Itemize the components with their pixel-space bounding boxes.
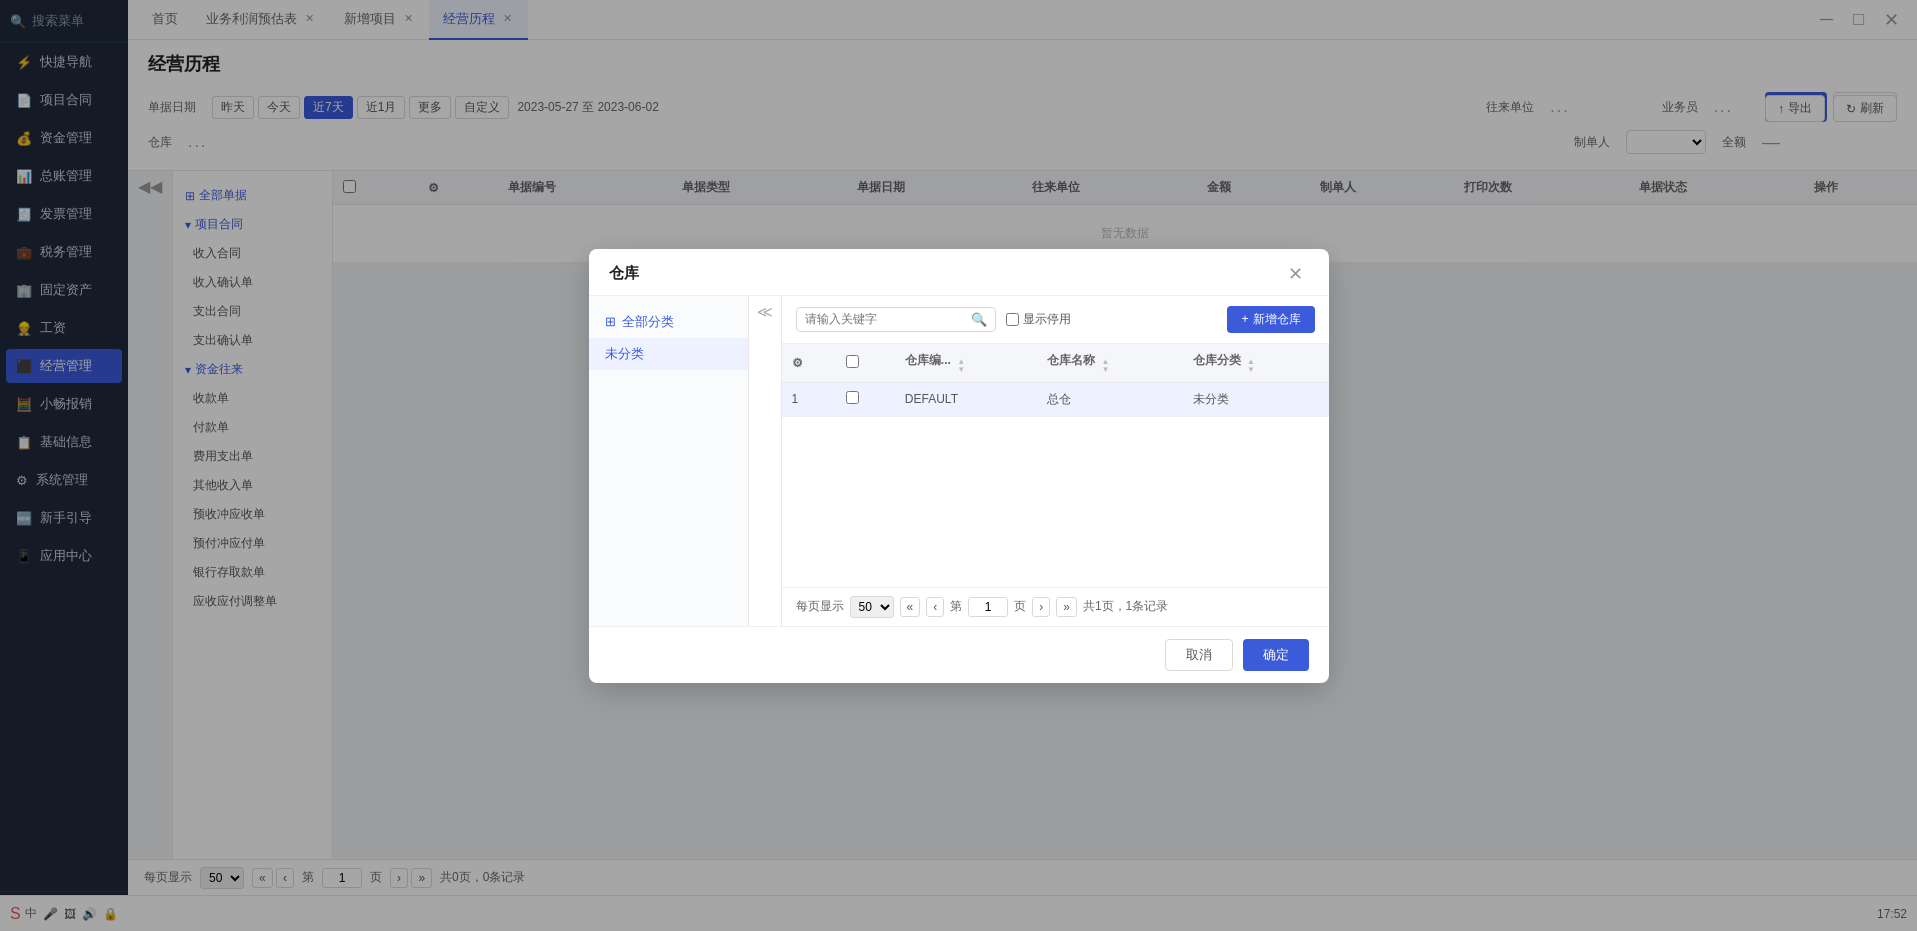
- modal-header: 仓库 ✕: [589, 249, 1329, 296]
- modal-collapse-button[interactable]: ≪: [749, 296, 782, 626]
- modal-search-box[interactable]: 🔍: [796, 307, 996, 332]
- settings-icon-table[interactable]: ⚙: [792, 356, 803, 370]
- name-sort[interactable]: ▲▼: [1101, 358, 1109, 374]
- per-page-label: 每页显示: [796, 598, 844, 615]
- modal-unclassified-label: 未分类: [605, 345, 644, 363]
- modal-prev-page[interactable]: ‹: [926, 597, 944, 617]
- add-warehouse-button[interactable]: + 新增仓库: [1227, 306, 1314, 333]
- show-disabled-checkbox[interactable]: [1006, 313, 1019, 326]
- collapse-arrow-icon: ≪: [757, 303, 773, 321]
- modal-td-checkbox[interactable]: [836, 382, 894, 416]
- modal-table-area: ⚙ 仓库编... ▲▼ 仓库名称 ▲▼ 仓库分类: [782, 344, 1329, 587]
- modal-all-label: 全部分类: [622, 313, 674, 331]
- modal-toolbar: 🔍 显示停用 + 新增仓库: [782, 296, 1329, 344]
- modal-table: ⚙ 仓库编... ▲▼ 仓库名称 ▲▼ 仓库分类: [782, 344, 1329, 417]
- show-disabled-text: 显示停用: [1023, 311, 1071, 328]
- modal-footer: 取消 确定: [589, 626, 1329, 683]
- search-icon-modal: 🔍: [971, 312, 987, 327]
- grid-icon-modal: ⊞: [605, 314, 616, 329]
- row-checkbox[interactable]: [846, 391, 859, 404]
- modal-last-page[interactable]: »: [1056, 597, 1077, 617]
- add-warehouse-label: 新增仓库: [1253, 311, 1301, 328]
- modal-td-name: 总仓: [1037, 382, 1183, 416]
- confirm-button[interactable]: 确定: [1243, 639, 1309, 671]
- modal-table-row[interactable]: 1 DEFAULT 总仓 未分类: [782, 382, 1329, 416]
- category-sort[interactable]: ▲▼: [1247, 358, 1255, 374]
- modal-select-all[interactable]: [846, 355, 859, 368]
- cancel-button[interactable]: 取消: [1165, 639, 1233, 671]
- modal-sidebar: ⊞ 全部分类 未分类: [589, 296, 749, 626]
- code-sort[interactable]: ▲▼: [957, 358, 965, 374]
- modal-total-text: 共1页，1条记录: [1083, 598, 1168, 615]
- modal-td-num: 1: [782, 382, 837, 416]
- modal-th-name[interactable]: 仓库名称 ▲▼: [1037, 344, 1183, 383]
- modal-all-category[interactable]: ⊞ 全部分类: [589, 306, 748, 338]
- modal-main: 🔍 显示停用 + 新增仓库 ⚙: [782, 296, 1329, 626]
- modal-page-suffix: 页: [1014, 598, 1026, 615]
- modal-table-header: ⚙ 仓库编... ▲▼ 仓库名称 ▲▼ 仓库分类: [782, 344, 1329, 383]
- modal-body: ⊞ 全部分类 未分类 ≪ 🔍 显示停用 +: [589, 296, 1329, 626]
- modal-pagination: 每页显示 50 « ‹ 第 页 › » 共1页，1条记录: [782, 587, 1329, 626]
- modal-per-page-select[interactable]: 50: [850, 596, 894, 618]
- modal-th-category[interactable]: 仓库分类 ▲▼: [1183, 344, 1329, 383]
- add-icon: +: [1241, 312, 1248, 326]
- modal-close-button[interactable]: ✕: [1282, 263, 1309, 285]
- modal-td-code: DEFAULT: [895, 382, 1037, 416]
- modal-th-settings[interactable]: ⚙: [782, 344, 837, 383]
- modal-page-label: 第: [950, 598, 962, 615]
- modal-search-input[interactable]: [805, 312, 965, 326]
- modal-td-category: 未分类: [1183, 382, 1329, 416]
- modal-page-input[interactable]: [968, 597, 1008, 617]
- modal-th-code[interactable]: 仓库编... ▲▼: [895, 344, 1037, 383]
- modal-th-checkbox[interactable]: [836, 344, 894, 383]
- show-disabled-label[interactable]: 显示停用: [1006, 311, 1071, 328]
- modal-title: 仓库: [609, 264, 639, 283]
- modal-unclassified[interactable]: 未分类: [589, 338, 748, 370]
- modal-next-page[interactable]: ›: [1032, 597, 1050, 617]
- modal-first-page[interactable]: «: [900, 597, 921, 617]
- warehouse-modal: 仓库 ✕ ⊞ 全部分类 未分类 ≪ 🔍: [589, 249, 1329, 683]
